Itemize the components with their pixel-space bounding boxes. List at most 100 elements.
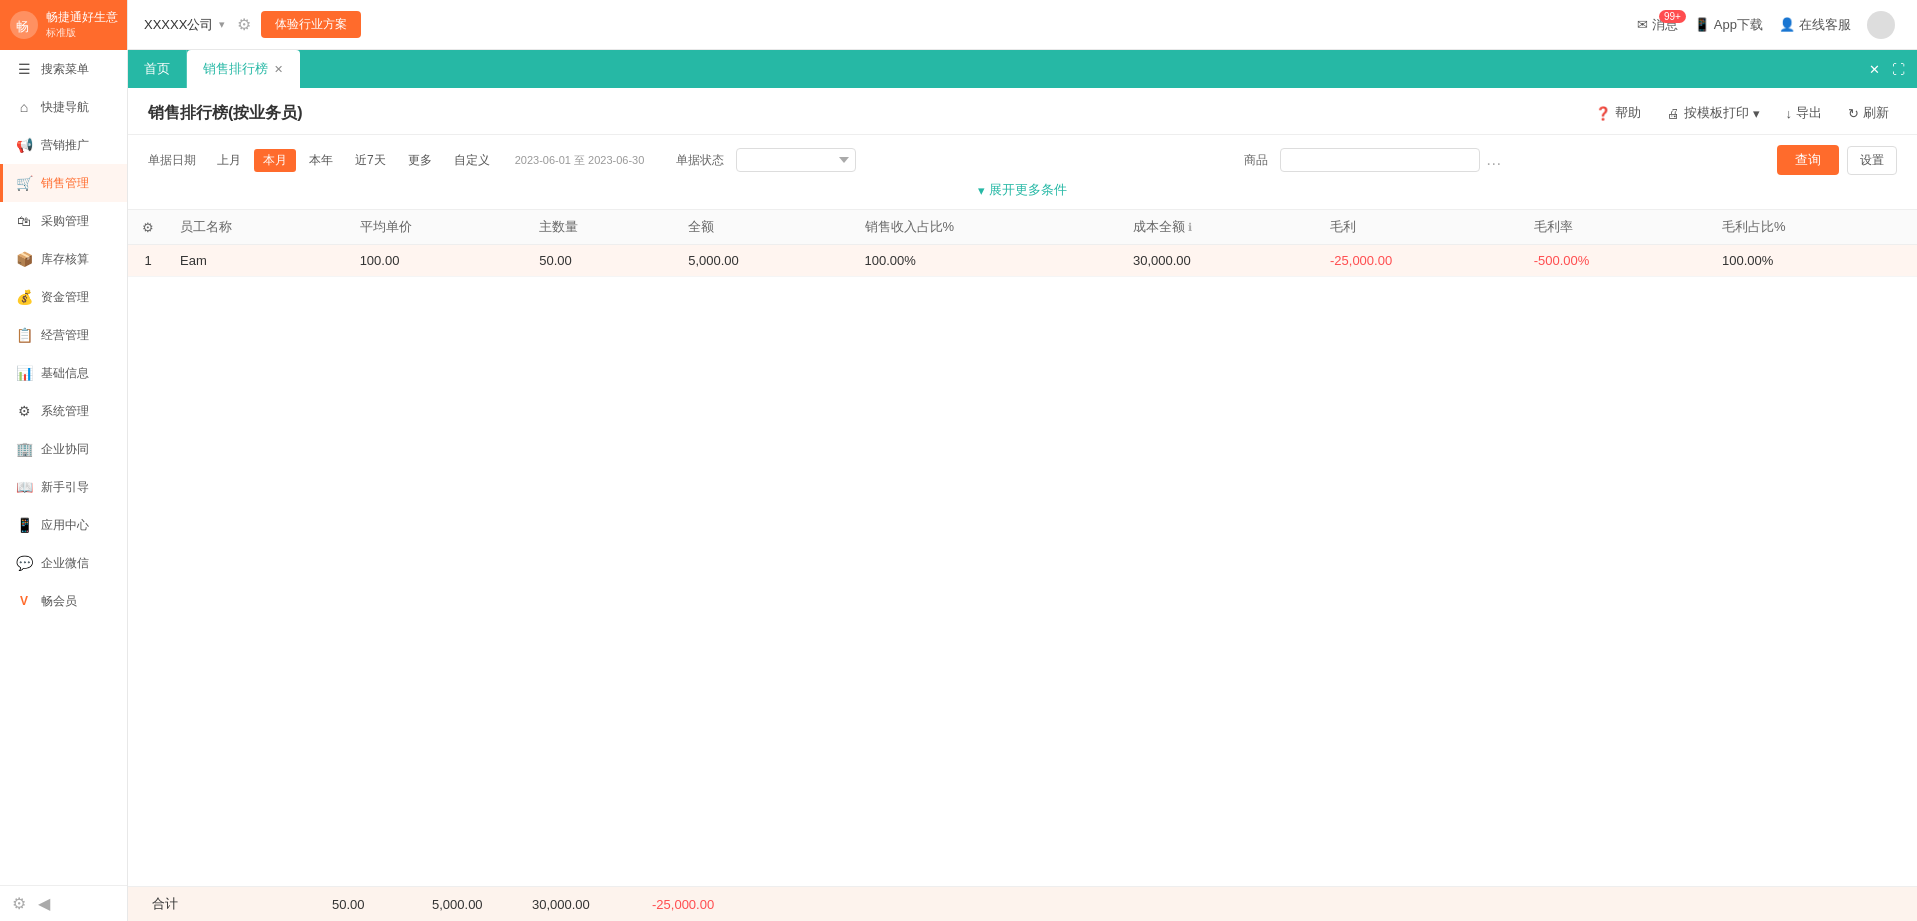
- more-options-icon[interactable]: …: [1486, 151, 1502, 169]
- cell-amount: 5,000.00: [676, 245, 852, 277]
- help-icon: ❓: [1595, 106, 1611, 121]
- status-select[interactable]: [736, 148, 856, 172]
- tab-close-icon[interactable]: ✕: [274, 63, 283, 76]
- help-button[interactable]: ❓ 帮助: [1587, 100, 1649, 126]
- sidebar-item-app-center[interactable]: 📱 应用中心: [0, 506, 127, 544]
- tab-home[interactable]: 首页: [128, 50, 187, 88]
- date-tab-year[interactable]: 本年: [300, 149, 342, 172]
- sidebar-item-weixin[interactable]: 💬 企业微信: [0, 544, 127, 582]
- sidebar-item-purchase[interactable]: 🛍 采购管理: [0, 202, 127, 240]
- guide-icon: 📖: [15, 478, 33, 496]
- message-badge: 99+: [1659, 10, 1686, 23]
- settings-bottom-icon[interactable]: ⚙: [12, 894, 26, 913]
- cell-quantity: 50.00: [527, 245, 676, 277]
- page-title: 销售排行榜(按业务员): [148, 103, 303, 124]
- gear-icon[interactable]: ⚙: [237, 15, 251, 34]
- settings-filter-button[interactable]: 设置: [1847, 146, 1897, 175]
- search-order-icon: ☰: [15, 60, 33, 78]
- sidebar-logo: 畅 畅捷通好生意 标准版: [0, 0, 127, 50]
- message-button[interactable]: ✉ 消息 99+: [1637, 16, 1678, 34]
- purchase-icon: 🛍: [15, 212, 33, 230]
- tab-sales-rank-label: 销售排行榜: [203, 60, 268, 78]
- status-filter-field: [736, 148, 1221, 172]
- sidebar-nav: ☰ 搜索菜单 ⌂ 快捷导航 📢 营销推广 🛒 销售管理 🛍 采购管理 📦 库存核…: [0, 50, 127, 885]
- sidebar-item-label: 企业微信: [41, 555, 89, 572]
- sidebar-item-member[interactable]: V 畅会员: [0, 582, 127, 620]
- sidebar-item-quick-nav[interactable]: ⌂ 快捷导航: [0, 88, 127, 126]
- date-tab-cur[interactable]: 本月: [254, 149, 296, 172]
- sidebar-item-search-order[interactable]: ☰ 搜索菜单: [0, 50, 127, 88]
- col-settings[interactable]: ⚙: [128, 210, 168, 245]
- table-area: ⚙ 员工名称 平均单价 主数量 全额: [128, 210, 1917, 886]
- svg-text:畅: 畅: [16, 19, 29, 34]
- tab-home-label: 首页: [144, 60, 170, 78]
- cell-cost: 30,000.00: [1121, 245, 1318, 277]
- service-icon: 👤: [1779, 17, 1795, 32]
- sidebar-bottom: ⚙ ◀: [0, 885, 127, 921]
- app-center-icon: 📱: [15, 516, 33, 534]
- cost-info-icon[interactable]: ℹ: [1188, 221, 1192, 233]
- top-header: XXXXX公司 ▾ ⚙ 体验行业方案 ✉ 消息 99+ 📱 App下载 👤 在线…: [128, 0, 1917, 50]
- page-actions: ❓ 帮助 🖨 按模板打印 ▾ ↓ 导出 ↻ 刷新: [1587, 100, 1898, 126]
- col-sales-pct: 销售收入占比%: [853, 210, 1121, 245]
- sidebar-item-label: 采购管理: [41, 213, 89, 230]
- message-icon: ✉: [1637, 17, 1648, 32]
- export-button[interactable]: ↓ 导出: [1778, 100, 1831, 126]
- sidebar-item-inventory[interactable]: 📦 库存核算: [0, 240, 127, 278]
- sidebar-item-label: 快捷导航: [41, 99, 89, 116]
- maximize-icon[interactable]: ⛶: [1892, 62, 1905, 77]
- query-button[interactable]: 查询: [1777, 145, 1839, 175]
- export-label: 导出: [1796, 104, 1822, 122]
- online-service-button[interactable]: 👤 在线客服: [1779, 16, 1851, 34]
- sidebar-item-sales[interactable]: 🛒 销售管理: [0, 164, 127, 202]
- basic-info-icon: 📊: [15, 364, 33, 382]
- main-content: XXXXX公司 ▾ ⚙ 体验行业方案 ✉ 消息 99+ 📱 App下载 👤 在线…: [128, 0, 1917, 921]
- sidebar-item-system[interactable]: ⚙ 系统管理: [0, 392, 127, 430]
- sidebar-item-operations[interactable]: 📋 经营管理: [0, 316, 127, 354]
- cell-gross-pct: 100.00%: [1710, 245, 1917, 277]
- sidebar-item-label: 基础信息: [41, 365, 89, 382]
- sidebar-item-guide[interactable]: 📖 新手引导: [0, 468, 127, 506]
- col-cost: 成本全额 ℹ: [1121, 210, 1318, 245]
- col-gross-rate: 毛利率: [1522, 210, 1710, 245]
- sidebar-item-corp-collab[interactable]: 🏢 企业协同: [0, 430, 127, 468]
- cell-gross-rate: -500.00%: [1522, 245, 1710, 277]
- close-window-icon[interactable]: ✕: [1869, 62, 1880, 77]
- refresh-label: 刷新: [1863, 104, 1889, 122]
- app-download-button[interactable]: 📱 App下载: [1694, 16, 1763, 34]
- refresh-button[interactable]: ↻ 刷新: [1840, 100, 1897, 126]
- table-header-row: ⚙ 员工名称 平均单价 主数量 全额: [128, 210, 1917, 245]
- date-tab-7days[interactable]: 近7天: [346, 149, 395, 172]
- service-label: 在线客服: [1799, 16, 1851, 34]
- cell-name: Eam: [168, 245, 348, 277]
- avatar[interactable]: [1867, 11, 1895, 39]
- date-tab-prev[interactable]: 上月: [208, 149, 250, 172]
- table-footer: 合计 50.00 5,000.00 30,000.00 -25,000.00: [128, 886, 1917, 921]
- column-settings-icon[interactable]: ⚙: [142, 220, 154, 235]
- sidebar-item-label: 销售管理: [41, 175, 89, 192]
- tab-sales-rank[interactable]: 销售排行榜 ✕: [187, 50, 300, 88]
- trial-button[interactable]: 体验行业方案: [261, 11, 361, 38]
- date-tab-more[interactable]: 更多: [399, 149, 441, 172]
- print-label: 按模板打印: [1684, 104, 1749, 122]
- tab-right-icons: ✕ ⛶: [1857, 62, 1917, 77]
- col-amount: 全额: [676, 210, 852, 245]
- avatar-area: [1867, 11, 1901, 39]
- sales-rank-table: ⚙ 员工名称 平均单价 主数量 全额: [128, 210, 1917, 277]
- col-name: 员工名称: [168, 210, 348, 245]
- print-chevron-icon: ▾: [1753, 106, 1760, 121]
- page-content: 销售排行榜(按业务员) ❓ 帮助 🖨 按模板打印 ▾ ↓ 导出 ↻ 刷新: [128, 88, 1917, 921]
- sidebar-item-basic-info[interactable]: 📊 基础信息: [0, 354, 127, 392]
- chevron-down-icon: ▾: [978, 183, 985, 198]
- cell-sales-pct: 100.00%: [853, 245, 1121, 277]
- company-selector[interactable]: XXXXX公司 ▾: [144, 16, 225, 34]
- finance-icon: 💰: [15, 288, 33, 306]
- sidebar-item-finance[interactable]: 💰 资金管理: [0, 278, 127, 316]
- sidebar-item-marketing[interactable]: 📢 营销推广: [0, 126, 127, 164]
- goods-input[interactable]: [1280, 148, 1480, 172]
- date-tab-custom[interactable]: 自定义: [445, 149, 499, 172]
- expand-button[interactable]: ▾ 展开更多条件: [978, 181, 1067, 199]
- footer-quantity: 50.00: [320, 897, 420, 912]
- print-button[interactable]: 🖨 按模板打印 ▾: [1659, 100, 1768, 126]
- collapse-icon[interactable]: ◀: [38, 894, 50, 913]
